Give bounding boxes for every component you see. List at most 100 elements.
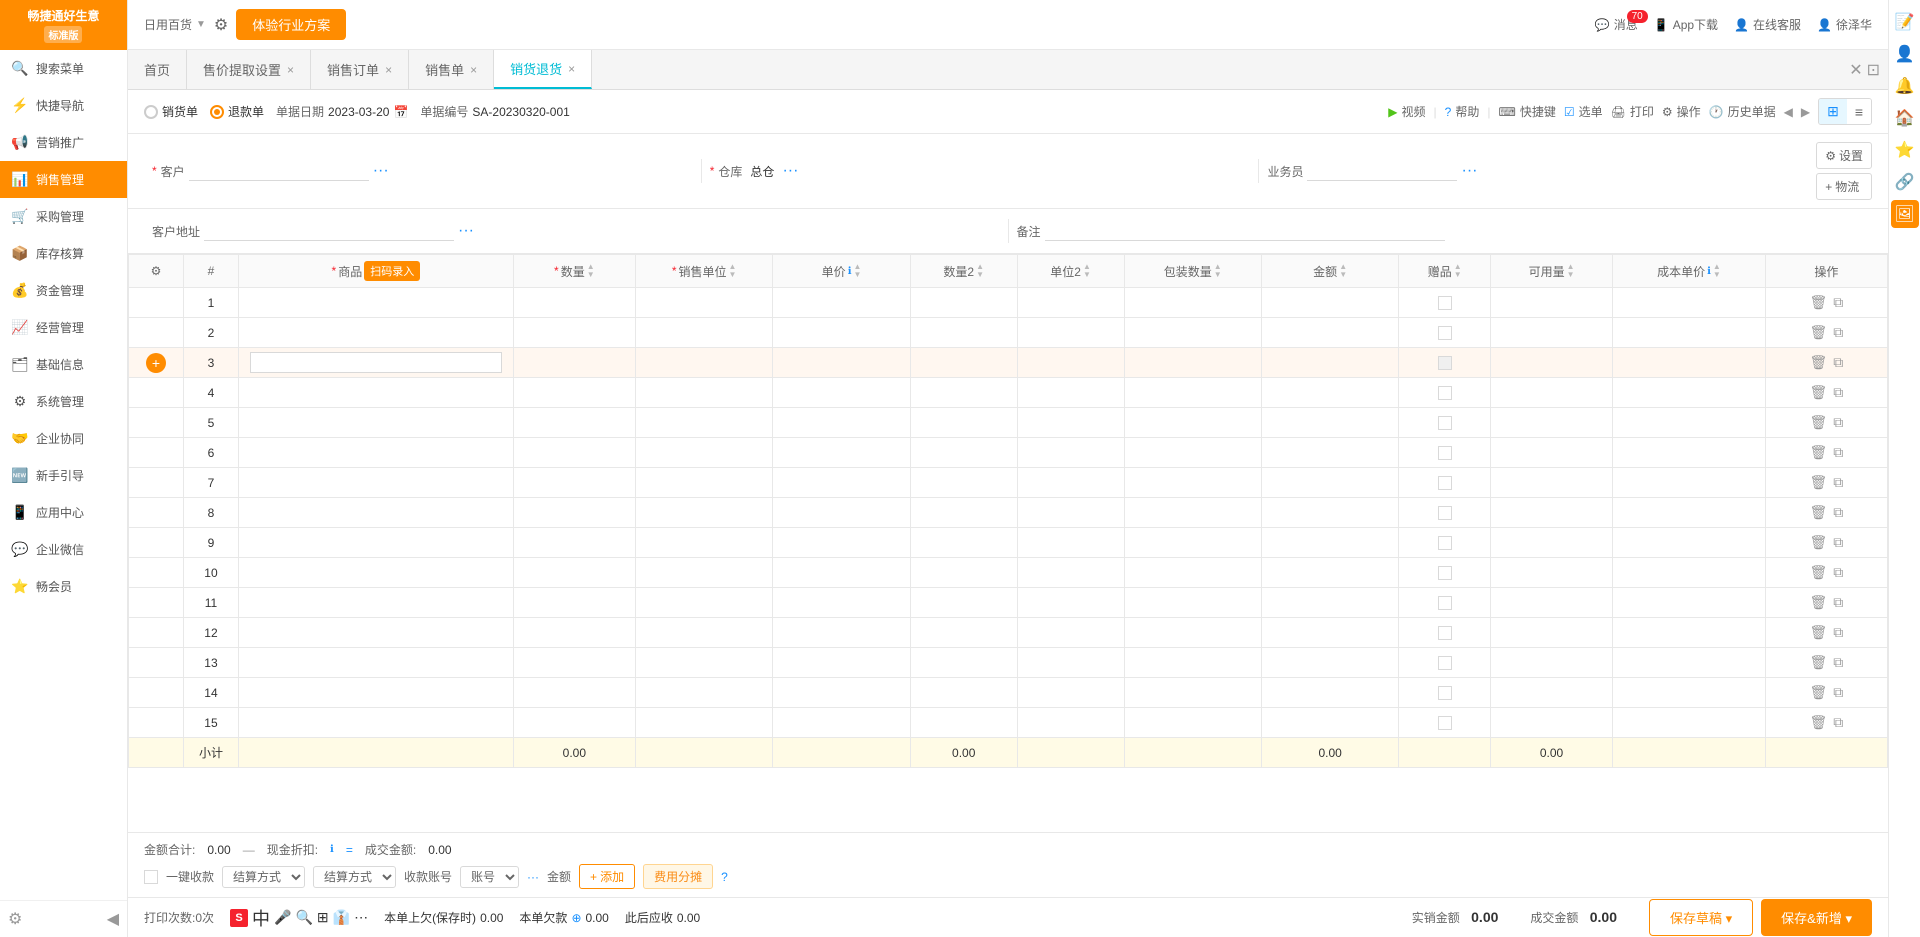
memo-input[interactable]: [1045, 221, 1445, 241]
amount-cell[interactable]: [1261, 708, 1398, 738]
price-cell[interactable]: [773, 558, 910, 588]
unit2-cell[interactable]: [1017, 708, 1124, 738]
copy-row-icon[interactable]: ⧉: [1833, 534, 1843, 550]
scan-badge[interactable]: 扫码录入: [364, 261, 420, 281]
save-draft-button[interactable]: 保存草稿 ▾: [1649, 899, 1753, 936]
unit-cell[interactable]: [635, 678, 772, 708]
qty-cell[interactable]: [513, 648, 635, 678]
gift-cell[interactable]: [1399, 558, 1491, 588]
warehouse-select-btn[interactable]: ···: [782, 162, 798, 180]
qty-cell[interactable]: [513, 378, 635, 408]
tab-close-icon[interactable]: ×: [470, 63, 477, 77]
gift-cell[interactable]: [1399, 468, 1491, 498]
copy-row-icon[interactable]: ⧉: [1833, 354, 1843, 370]
qty2-cell[interactable]: [910, 708, 1017, 738]
avail-cell[interactable]: [1490, 528, 1612, 558]
gift-checkbox[interactable]: [1438, 686, 1452, 700]
pkgqty-cell[interactable]: [1124, 708, 1261, 738]
trial-button[interactable]: 体验行业方案: [236, 9, 346, 40]
user-menu[interactable]: 👤 徐泽华: [1817, 16, 1872, 33]
price-cell[interactable]: [773, 318, 910, 348]
amount-cell[interactable]: [1261, 528, 1398, 558]
operate-btn[interactable]: ⚙ 操作: [1662, 103, 1701, 120]
topbar-gear-icon[interactable]: ⚙: [214, 15, 228, 35]
copy-row-icon[interactable]: ⧉: [1833, 594, 1843, 610]
price-cell[interactable]: [773, 438, 910, 468]
qty2-cell[interactable]: [910, 498, 1017, 528]
product-cell[interactable]: [238, 708, 513, 738]
amount-cell[interactable]: [1261, 678, 1398, 708]
qty-cell[interactable]: [513, 678, 635, 708]
gift-checkbox[interactable]: [1438, 326, 1452, 340]
avail-cell[interactable]: [1490, 618, 1612, 648]
amount-cell[interactable]: [1261, 498, 1398, 528]
product-cell[interactable]: [238, 288, 513, 318]
sidebar-item-quick[interactable]: ⚡ 快捷导航: [0, 87, 127, 124]
unit-cell[interactable]: [635, 588, 772, 618]
avail-cell[interactable]: [1490, 468, 1612, 498]
tab-sales-return[interactable]: 销货退货 ×: [494, 50, 592, 89]
copy-row-icon[interactable]: ⧉: [1833, 414, 1843, 430]
cost-cell[interactable]: [1613, 468, 1766, 498]
avail-cell[interactable]: [1490, 318, 1612, 348]
pkgqty-cell[interactable]: [1124, 618, 1261, 648]
qty-cell[interactable]: [513, 288, 635, 318]
cost-cell[interactable]: [1613, 438, 1766, 468]
delete-row-icon[interactable]: 🗑: [1810, 564, 1828, 580]
add-row-btn[interactable]: +: [146, 353, 166, 373]
delete-row-icon[interactable]: 🗑: [1810, 624, 1828, 640]
unit2-cell[interactable]: [1017, 678, 1124, 708]
copy-row-icon[interactable]: ⧉: [1833, 564, 1843, 580]
unit2-cell[interactable]: [1017, 648, 1124, 678]
unit-cell[interactable]: [635, 468, 772, 498]
copy-row-icon[interactable]: ⧉: [1833, 504, 1843, 520]
qty2-cell[interactable]: [910, 588, 1017, 618]
delete-row-icon[interactable]: 🗑: [1810, 714, 1828, 730]
gift-checkbox[interactable]: [1438, 296, 1452, 310]
unit-cell[interactable]: [635, 348, 772, 378]
avail-sort-arrows[interactable]: ▲▼: [1567, 263, 1575, 279]
pkgqty-cell[interactable]: [1124, 678, 1261, 708]
avail-cell[interactable]: [1490, 288, 1612, 318]
avail-cell[interactable]: [1490, 588, 1612, 618]
nav-prev-icon[interactable]: ◀: [1784, 105, 1793, 119]
list-view-btn[interactable]: ≡: [1847, 99, 1871, 124]
price-cell[interactable]: [773, 468, 910, 498]
gift-cell[interactable]: [1399, 618, 1491, 648]
cost-cell[interactable]: [1613, 408, 1766, 438]
pkgqty-cell[interactable]: [1124, 558, 1261, 588]
date-value[interactable]: 2023-03-20: [328, 105, 389, 119]
price-cell[interactable]: [773, 498, 910, 528]
avail-cell[interactable]: [1490, 378, 1612, 408]
qty-cell[interactable]: [513, 438, 635, 468]
discount-info-icon[interactable]: ℹ: [330, 844, 334, 855]
shortcuts-btn[interactable]: ⌨ 快捷键: [1499, 103, 1556, 120]
cost-cell[interactable]: [1613, 708, 1766, 738]
unit-cell[interactable]: [635, 498, 772, 528]
price-sort-arrows[interactable]: ▲▼: [854, 263, 862, 279]
qty2-cell[interactable]: [910, 408, 1017, 438]
copy-row-icon[interactable]: ⧉: [1833, 714, 1843, 730]
amount-cell[interactable]: [1261, 558, 1398, 588]
unit2-cell[interactable]: [1017, 348, 1124, 378]
help-btn[interactable]: ? 帮助: [1445, 103, 1480, 120]
unit2-cell[interactable]: [1017, 498, 1124, 528]
qty-cell[interactable]: [513, 468, 635, 498]
add-payment-btn[interactable]: + 添加: [579, 864, 635, 889]
delete-row-icon[interactable]: 🗑: [1810, 414, 1828, 430]
right-panel-image-btn[interactable]: 🖼: [1891, 200, 1919, 228]
gift-sort-arrows[interactable]: ▲▼: [1454, 263, 1462, 279]
delete-row-icon[interactable]: 🗑: [1810, 474, 1828, 490]
gift-checkbox[interactable]: [1438, 416, 1452, 430]
cost-cell[interactable]: [1613, 588, 1766, 618]
product-cell[interactable]: [238, 558, 513, 588]
price-cell[interactable]: [773, 528, 910, 558]
pkgqty-cell[interactable]: [1124, 348, 1261, 378]
copy-row-icon[interactable]: ⧉: [1833, 684, 1843, 700]
split-help-icon[interactable]: ?: [721, 870, 728, 884]
dots-select-btn[interactable]: ···: [527, 870, 539, 884]
sidebar-item-guide[interactable]: 🆕 新手引导: [0, 457, 127, 494]
unit2-cell[interactable]: [1017, 408, 1124, 438]
tab-close-icon[interactable]: ×: [385, 63, 392, 77]
unit-sort-arrows[interactable]: ▲▼: [729, 263, 737, 279]
